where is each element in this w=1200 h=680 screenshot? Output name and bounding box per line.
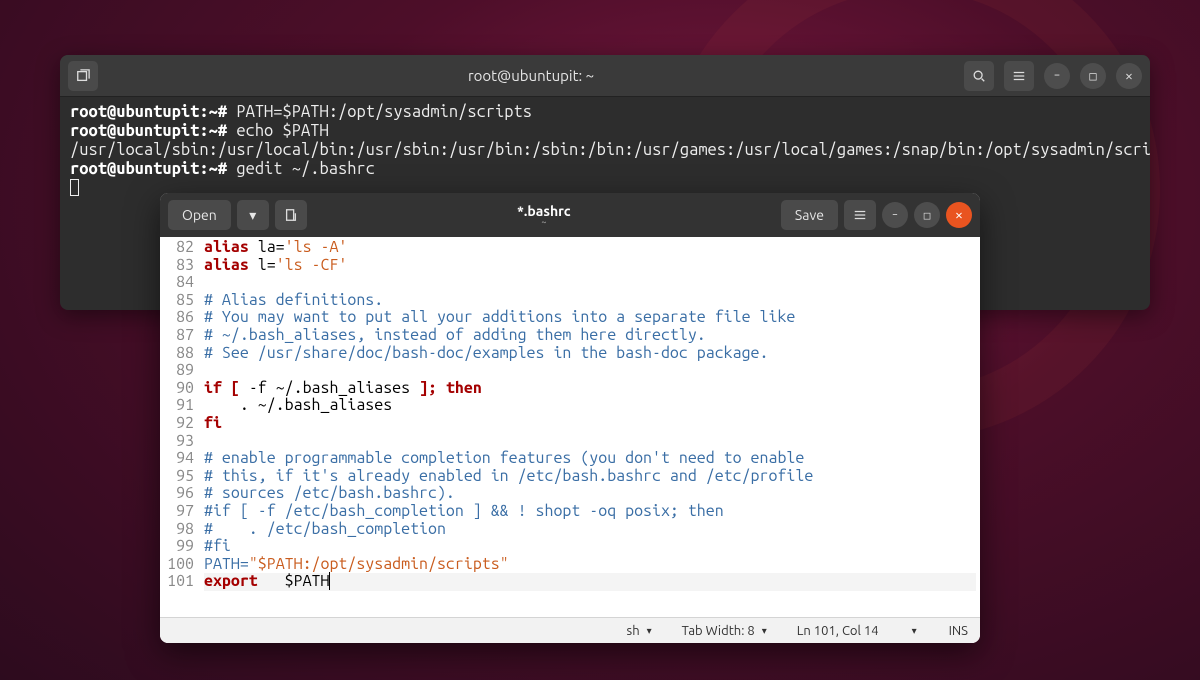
code-line[interactable]: alias l='ls -CF' [204, 257, 976, 275]
gedit-titlebar: Open ▾ *.bashrc ~ Save – □ ✕ [160, 193, 980, 237]
code-line[interactable]: # . /etc/bash_completion [204, 521, 976, 539]
line-number: 101 [160, 573, 194, 591]
line-number: 91 [160, 397, 194, 415]
terminal-prompt: root@ubuntupit:~# [70, 103, 227, 121]
code-line[interactable] [204, 274, 976, 292]
code-line[interactable]: # Alias definitions. [204, 292, 976, 310]
terminal-line-2: echo $PATH [227, 122, 329, 140]
new-document-icon[interactable] [275, 200, 307, 230]
line-number: 90 [160, 380, 194, 398]
maximize-button[interactable]: □ [914, 202, 940, 228]
line-number: 82 [160, 239, 194, 257]
line-number: 100 [160, 556, 194, 574]
terminal-title: root@ubuntupit: ~ [104, 67, 958, 84]
line-number: 85 [160, 292, 194, 310]
line-number: 89 [160, 362, 194, 380]
lang-selector[interactable]: sh [627, 624, 652, 638]
code-line[interactable] [204, 433, 976, 451]
code-line[interactable]: # See /usr/share/doc/bash-doc/examples i… [204, 345, 976, 363]
line-number: 96 [160, 485, 194, 503]
gedit-title: *.bashrc ~ [313, 203, 775, 227]
line-number: 86 [160, 309, 194, 327]
code-line[interactable]: # You may want to put all your additions… [204, 309, 976, 327]
close-button[interactable]: ✕ [1116, 63, 1142, 89]
line-number: 88 [160, 345, 194, 363]
code-line[interactable]: #if [ -f /etc/bash_completion ] && ! sho… [204, 503, 976, 521]
code-line[interactable]: PATH="$PATH:/opt/sysadmin/scripts" [204, 556, 976, 574]
line-number: 98 [160, 521, 194, 539]
code-line[interactable] [204, 362, 976, 380]
line-number: 93 [160, 433, 194, 451]
code-area[interactable]: alias la='ls -A'alias l='ls -CF' # Alias… [200, 237, 980, 617]
minimize-button[interactable]: – [882, 202, 908, 228]
line-number: 83 [160, 257, 194, 275]
open-recent-dropdown[interactable]: ▾ [237, 200, 269, 230]
close-button[interactable]: ✕ [946, 202, 972, 228]
code-line[interactable]: alias la='ls -A' [204, 239, 976, 257]
line-number: 97 [160, 503, 194, 521]
terminal-prompt: root@ubuntupit:~# [70, 160, 227, 178]
line-number-gutter: 8283848586878889909192939495969798991001… [160, 237, 200, 617]
cursor-position: Ln 101, Col 14 [797, 624, 879, 638]
open-button[interactable]: Open [168, 200, 231, 230]
save-button[interactable]: Save [781, 200, 838, 230]
hamburger-menu-icon[interactable] [1004, 61, 1034, 91]
terminal-line-1: PATH=$PATH:/opt/sysadmin/scripts [227, 103, 532, 121]
gedit-window: Open ▾ *.bashrc ~ Save – □ ✕ 82838485868… [160, 193, 980, 643]
status-bar: sh Tab Width: 8 Ln 101, Col 14 INS [160, 617, 980, 643]
new-tab-icon[interactable] [68, 61, 98, 91]
terminal-line-3: /usr/local/sbin:/usr/local/bin:/usr/sbin… [70, 141, 1150, 159]
terminal-cursor [70, 179, 79, 196]
line-number: 84 [160, 274, 194, 292]
text-cursor [329, 572, 330, 590]
code-line[interactable]: #fi [204, 538, 976, 556]
line-number: 94 [160, 450, 194, 468]
code-line[interactable]: fi [204, 415, 976, 433]
search-icon[interactable] [964, 61, 994, 91]
code-line[interactable]: # ~/.bash_aliases, instead of adding the… [204, 327, 976, 345]
hamburger-menu-icon[interactable] [844, 200, 876, 230]
minimize-button[interactable]: – [1044, 63, 1070, 89]
code-line[interactable]: . ~/.bash_aliases [204, 397, 976, 415]
line-number: 92 [160, 415, 194, 433]
line-number: 99 [160, 538, 194, 556]
insert-mode[interactable]: INS [949, 624, 968, 638]
terminal-titlebar: root@ubuntupit: ~ – □ ✕ [60, 55, 1150, 97]
terminal-prompt: root@ubuntupit:~# [70, 122, 227, 140]
code-line[interactable]: # enable programmable completion feature… [204, 450, 976, 468]
terminal-line-4: gedit ~/.bashrc [227, 160, 375, 178]
line-number: 87 [160, 327, 194, 345]
maximize-button[interactable]: □ [1080, 63, 1106, 89]
editor-area[interactable]: 8283848586878889909192939495969798991001… [160, 237, 980, 617]
line-number: 95 [160, 468, 194, 486]
code-line[interactable]: # this, if it's already enabled in /etc/… [204, 468, 976, 486]
extra-menu[interactable] [909, 625, 919, 637]
code-line[interactable]: export $PATH [204, 573, 976, 591]
code-line[interactable]: # sources /etc/bash.bashrc). [204, 485, 976, 503]
code-line[interactable]: if [ -f ~/.bash_aliases ]; then [204, 380, 976, 398]
tabwidth-selector[interactable]: Tab Width: 8 [682, 624, 767, 638]
